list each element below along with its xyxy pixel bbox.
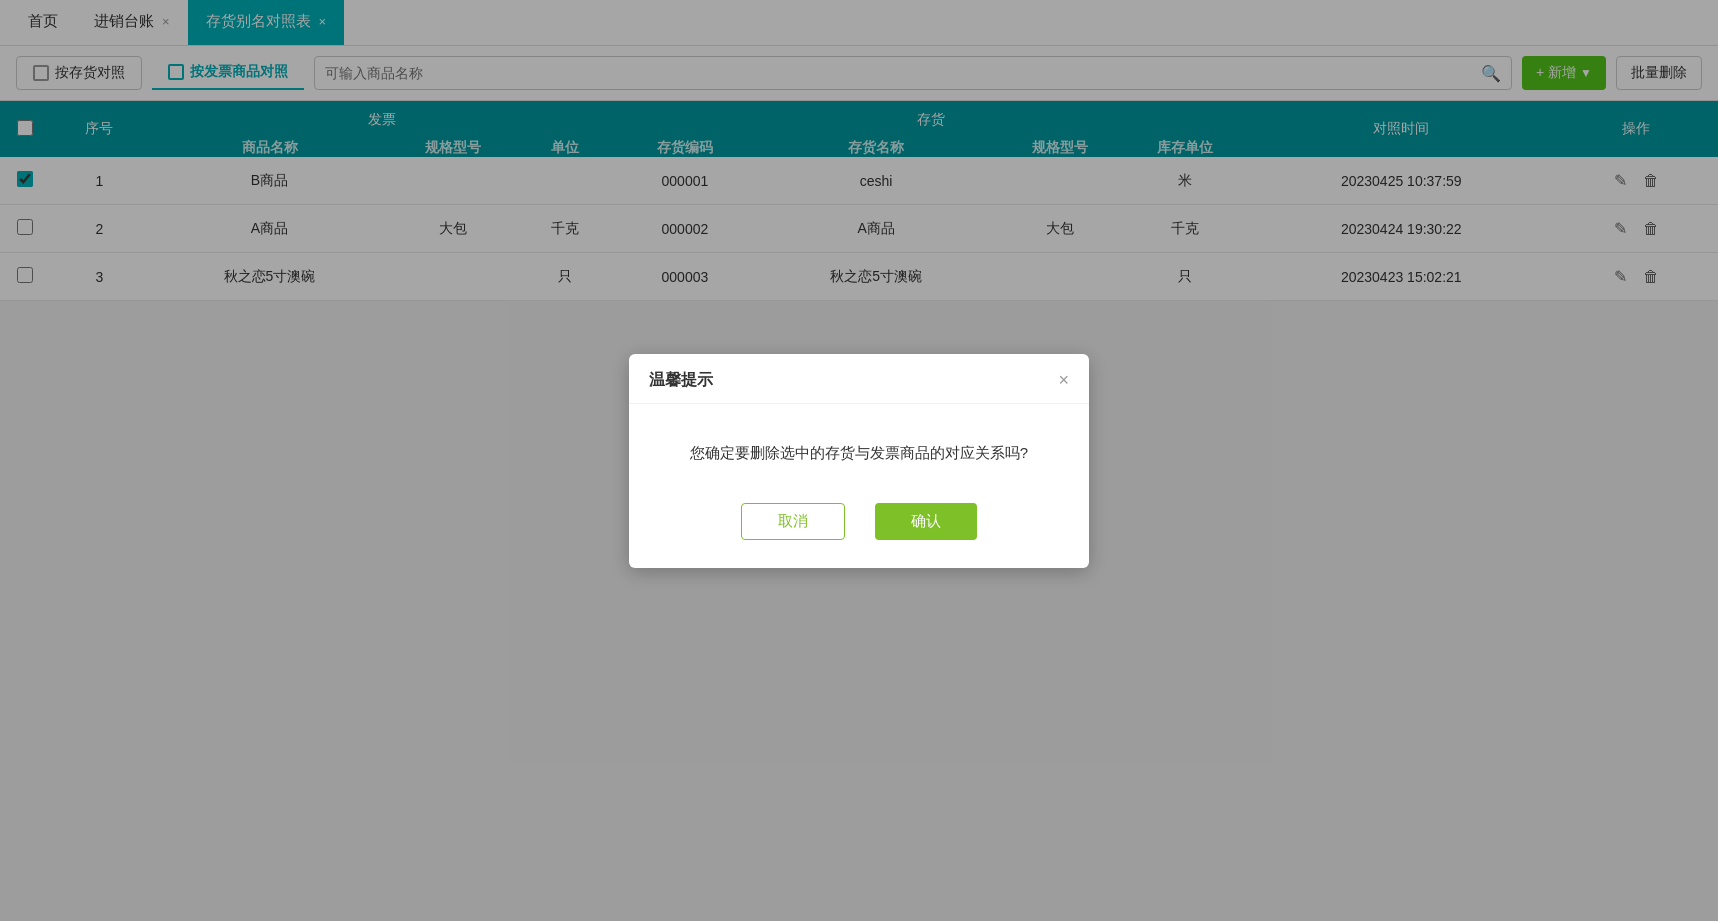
- btn-cancel[interactable]: 取消: [741, 503, 845, 540]
- dialog-footer: 取消 确认: [629, 493, 1089, 568]
- dialog-overlay: 温馨提示 × 您确定要删除选中的存货与发票商品的对应关系吗? 取消 确认: [0, 0, 1718, 921]
- dialog: 温馨提示 × 您确定要删除选中的存货与发票商品的对应关系吗? 取消 确认: [629, 354, 1089, 568]
- dialog-close-button[interactable]: ×: [1058, 371, 1069, 389]
- btn-confirm[interactable]: 确认: [875, 503, 977, 540]
- dialog-header: 温馨提示 ×: [629, 354, 1089, 404]
- dialog-title: 温馨提示: [649, 370, 713, 391]
- dialog-message: 您确定要删除选中的存货与发票商品的对应关系吗?: [690, 444, 1028, 461]
- btn-confirm-label: 确认: [911, 512, 941, 529]
- dialog-body: 您确定要删除选中的存货与发票商品的对应关系吗?: [629, 404, 1089, 493]
- btn-cancel-label: 取消: [778, 512, 808, 529]
